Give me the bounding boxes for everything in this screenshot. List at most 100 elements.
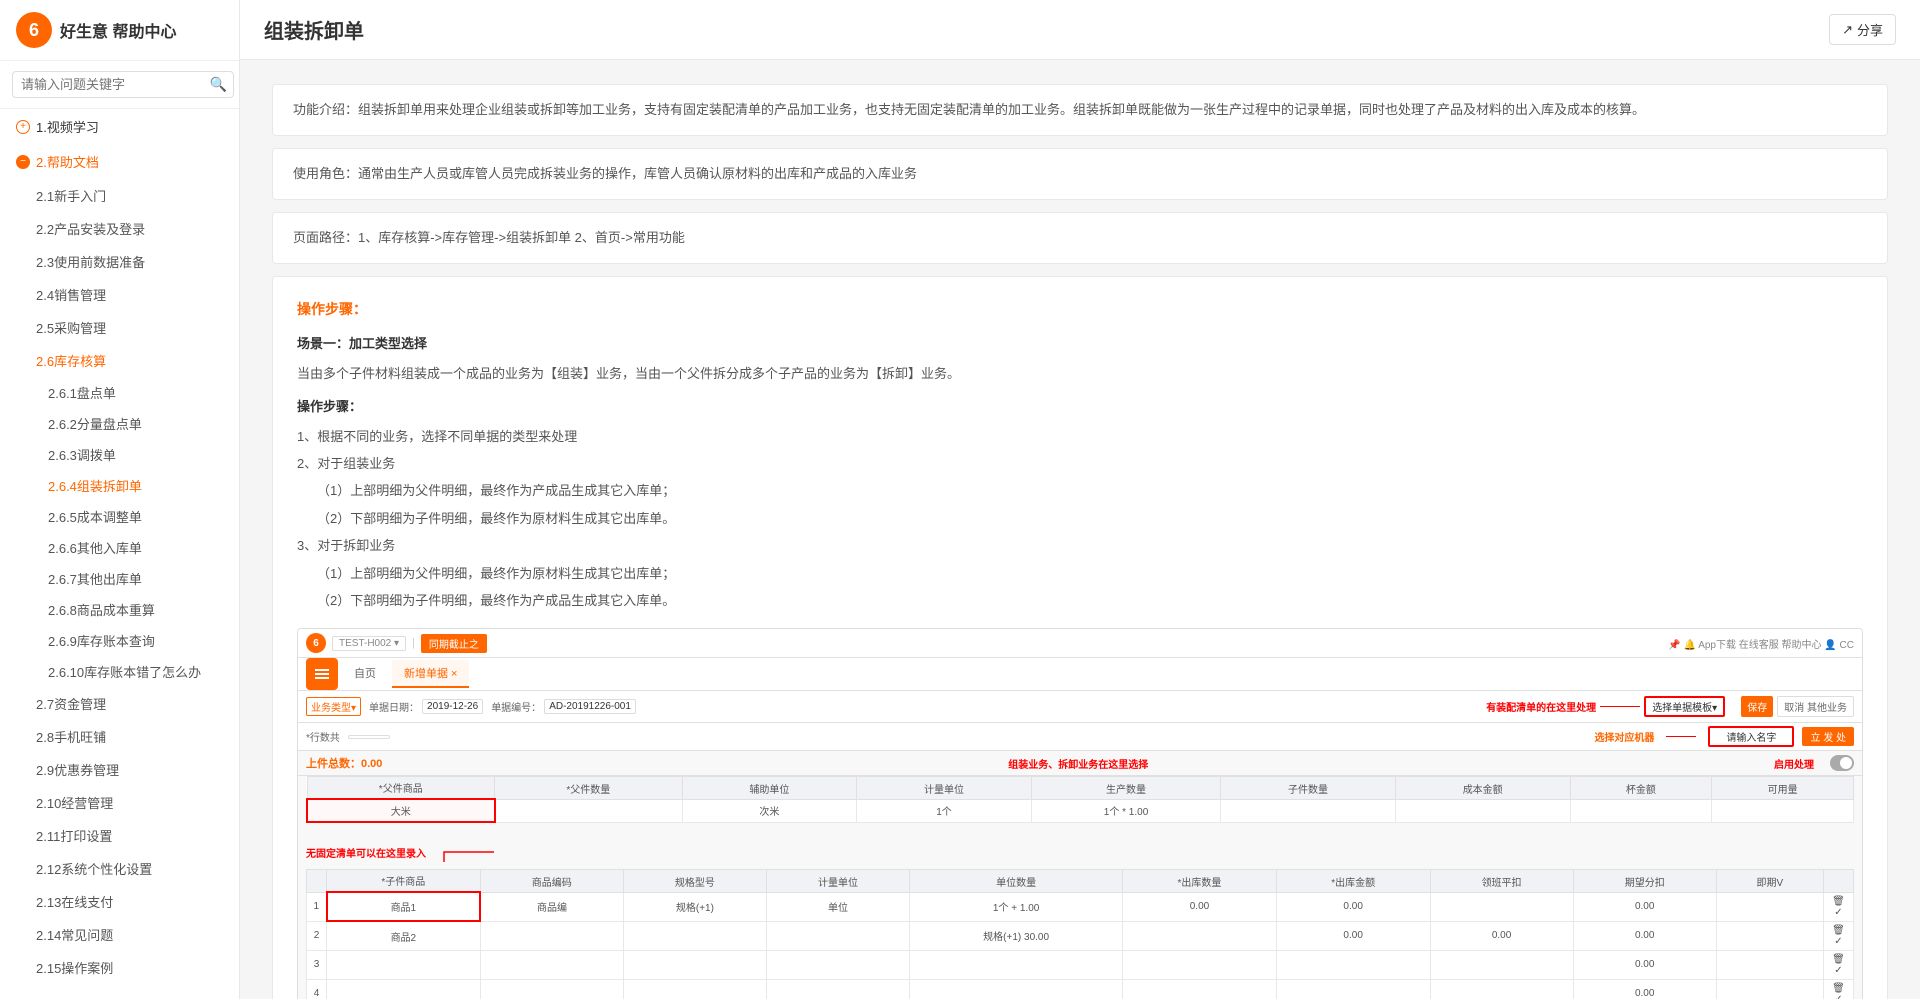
sidebar-item-online[interactable]: 2.13在线支付 <box>0 885 239 918</box>
lower-table-row-4: 4 0.00 🗑 ✓ <box>307 979 1854 999</box>
code-input[interactable]: AD-20191226-001 <box>544 699 636 714</box>
upper-table: *父件商品 *父件数量 辅助单位 计量单位 生产数量 子件数量 成本金额 杯金额… <box>306 776 1854 823</box>
lower-th-10: 即期V <box>1716 870 1823 893</box>
bill-template-btn[interactable]: 选择单据模板▾ <box>1644 696 1725 717</box>
section-title-label: 上件总数：0.00 <box>306 755 382 771</box>
lower-th-9: 期望分扣 <box>1573 870 1716 893</box>
tab-home[interactable]: 自页 <box>342 660 388 688</box>
fake-app-tabs: 自页 新增单据 × <box>298 658 1862 691</box>
upper-td-9 <box>1712 799 1854 822</box>
type-dropdown[interactable]: 业务类型▾ <box>306 697 361 716</box>
sidebar-item-2-6-5[interactable]: 2.6.5成本调整单 <box>0 501 239 532</box>
toolbar-row2: *行数共 选择对应机器 请输入名字 立 发 处 <box>298 723 1862 751</box>
upper-td-7 <box>1395 799 1570 822</box>
fake-app-toolbar: 业务类型▾ 单据日期： 2019-12-26 单据编号： AD-20191226… <box>298 691 1862 723</box>
share-button[interactable]: ↗ 分享 <box>1829 14 1896 45</box>
annot-label-3: 组装业务、拆卸业务在这里选择 <box>1008 756 1148 771</box>
lower-section-header: 无固定清单可以在这里录入 <box>298 835 1862 869</box>
sidebar-item-coupon[interactable]: 2.9优惠券管理 <box>0 753 239 786</box>
sidebar-item-2-6-3[interactable]: 2.6.3调拨单 <box>0 439 239 470</box>
top-icons: 📌 🔔 App下载 在线客服 帮助中心 👤 CC <box>1668 636 1854 651</box>
sidebar-item-2-6-10[interactable]: 2.6.10库存账本错了怎么办 <box>0 656 239 687</box>
lower-th-5: 单位数量 <box>910 870 1123 893</box>
sidebar-item-custom[interactable]: 2.12系统个性化设置 <box>0 852 239 885</box>
lower-th-3: 规格型号 <box>623 870 766 893</box>
intro-block-1: 功能介绍：组装拆卸单用来处理企业组装或拆卸等加工业务，支持有固定装配清单的产品加… <box>272 84 1888 136</box>
sidebar-item-inventory[interactable]: 2.6库存核算 <box>0 344 239 377</box>
lower-table-row-1: 1 商品1 商品编 规格(+1) 单位 1个 + 1.00 0.00 0.00 <box>307 892 1854 921</box>
lower-th-2: 商品编码 <box>480 870 623 893</box>
page-title: 组装拆卸单 <box>264 15 364 44</box>
sidebar-item-docs[interactable]: − 2.帮助文档 <box>0 144 239 179</box>
sidebar-item-faq[interactable]: 2.14常见问题 <box>0 918 239 951</box>
upper-td-5: 1个 * 1.00 <box>1031 799 1220 822</box>
rows-label: *行数共 <box>306 729 340 744</box>
step2: 2、对于组装业务 <box>297 452 1863 475</box>
sidebar-nav: + 1.视频学习 − 2.帮助文档 2.1新手入门 2.2产品安装及登录 2.3… <box>0 109 239 999</box>
sidebar-item-2-6-2[interactable]: 2.6.2分量盘点单 <box>0 408 239 439</box>
sidebar-item-print[interactable]: 2.11打印设置 <box>0 819 239 852</box>
upper-td-2 <box>495 799 683 822</box>
sidebar-item-new[interactable]: 2.1新手入门 <box>0 179 239 212</box>
sidebar-item-2-6-1[interactable]: 2.6.1盘点单 <box>0 377 239 408</box>
sidebar-item-2-6-6[interactable]: 2.6.6其他入库单 <box>0 532 239 563</box>
sidebar-item-mobile[interactable]: 2.8手机旺铺 <box>0 720 239 753</box>
annot-arrow-machine <box>1666 736 1696 737</box>
step2-sub1: （1）上部明细为父件明细，最终作为产成品生成其它入库单； <box>317 479 1863 502</box>
sidebar-item-2-6-7[interactable]: 2.6.7其他出库单 <box>0 563 239 594</box>
logo-icon: 6 <box>16 12 52 48</box>
step3-sub2: （2）下部明细为子件明细，最终作为产成品生成其它入库单。 <box>317 589 1863 612</box>
code-label: 单据编号： <box>491 699 541 714</box>
annot-label-5: 无固定清单可以在这里录入 <box>306 845 426 860</box>
sidebar-item-2-6-8[interactable]: 2.6.8商品成本重算 <box>0 594 239 625</box>
upper-th-3: 辅助单位 <box>682 777 857 800</box>
period-btn[interactable]: 同期截止之 <box>421 634 487 653</box>
sidebar-item-sales[interactable]: 2.4销售管理 <box>0 278 239 311</box>
fake-app-topbar: 6 TEST-H002 ▾ | 同期截止之 📌 🔔 App下载 在线客服 帮助中… <box>298 629 1862 658</box>
machine-input[interactable]: 请输入名字 <box>1708 726 1794 747</box>
sidebar-item-video[interactable]: + 1.视频学习 <box>0 109 239 144</box>
annotation-zone-1: 有装配清单的在这里处理 选择单据模板▾ <box>1486 696 1725 717</box>
upper-td-6 <box>1221 799 1396 822</box>
search-input[interactable] <box>12 71 234 98</box>
upper-th-8: 杯金额 <box>1570 777 1712 800</box>
sidebar-item-data[interactable]: 2.3使用前数据准备 <box>0 245 239 278</box>
upper-th-9: 可用量 <box>1712 777 1854 800</box>
process-btn[interactable]: 立 发 处 <box>1802 727 1854 746</box>
toolbar-type-field: 业务类型▾ <box>306 697 361 716</box>
lower-th-7: *出库金额 <box>1276 870 1430 893</box>
company-select[interactable]: TEST-H002 ▾ <box>332 636 406 651</box>
intro-text-3: 页面路径：1、库存核算->库存管理->组装拆卸单 2、首页->常用功能 <box>293 230 685 245</box>
share-label: 分享 <box>1857 20 1883 39</box>
sidebar-item-purchase[interactable]: 2.5采购管理 <box>0 311 239 344</box>
sidebar-item-finance[interactable]: 2.7资金管理 <box>0 687 239 720</box>
sidebar-item-install[interactable]: 2.2产品安装及登录 <box>0 212 239 245</box>
step1: 1、根据不同的业务，选择不同单据的类型来处理 <box>297 425 1863 448</box>
upper-th-4: 计量单位 <box>857 777 1032 800</box>
upper-th-7: 成本金额 <box>1395 777 1570 800</box>
section-header-row: 上件总数：0.00 组装业务、拆卸业务在这里选择 启用处理 <box>298 751 1862 776</box>
steps-block: 操作步骤： 场景一：加工类型选择 当由多个子件材料组装成一个成品的业务为【组装】… <box>272 276 1888 999</box>
sidebar-item-2-6-9[interactable]: 2.6.9库存账本查询 <box>0 625 239 656</box>
date-input[interactable]: 2019-12-26 <box>422 699 483 714</box>
lower-th-0 <box>307 870 327 893</box>
cancel-btn[interactable]: 取消 其他业务 <box>1777 696 1854 717</box>
app-logo: 6 <box>306 633 326 653</box>
steps-inner-title: 操作步骤： <box>297 395 1863 418</box>
tab-new-order[interactable]: 新增单据 × <box>392 660 469 688</box>
sidebar-item-video-label: 1.视频学习 <box>36 117 99 136</box>
sidebar-item-cases[interactable]: 2.15操作案例 <box>0 951 239 984</box>
annot-zone-3: 组装业务、拆卸业务在这里选择 <box>1008 756 1148 771</box>
lower-th-4: 计量单位 <box>766 870 909 893</box>
content-area: 功能介绍：组装拆卸单用来处理企业组装或拆卸等加工业务，支持有固定装配清单的产品加… <box>240 60 1920 999</box>
step3-sub1: （1）上部明细为父件明细，最终作为原材料生成其它出库单； <box>317 562 1863 585</box>
app-menu-icon[interactable] <box>306 658 338 690</box>
expand-icon <box>1830 755 1854 771</box>
rows-input[interactable] <box>348 735 390 739</box>
lower-table-container: *子件商品 商品编码 规格型号 计量单位 单位数量 *出库数量 *出库金额 领班… <box>298 869 1862 999</box>
sidebar-item-ops[interactable]: 2.10经营管理 <box>0 786 239 819</box>
sidebar-item-2-6-4[interactable]: 2.6.4组装拆卸单 <box>0 470 239 501</box>
share-icon: ↗ <box>1842 22 1853 38</box>
main-content: 组装拆卸单 ↗ 分享 功能介绍：组装拆卸单用来处理企业组装或拆卸等加工业务，支持… <box>240 0 1920 999</box>
save-btn[interactable]: 保存 <box>1741 696 1773 717</box>
